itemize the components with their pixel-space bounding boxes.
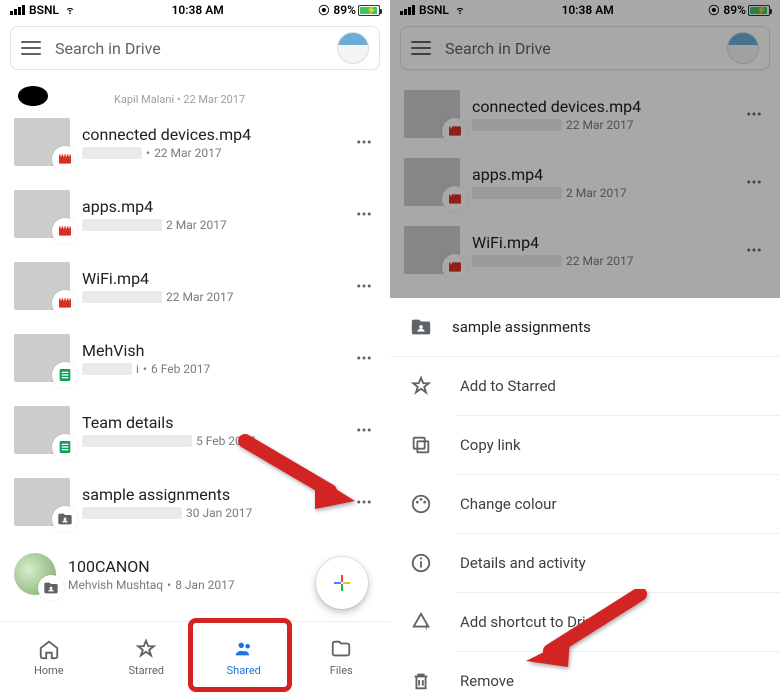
people-icon — [233, 638, 255, 660]
search-bar[interactable]: Search in Drive — [400, 26, 770, 70]
action-remove[interactable]: Remove — [390, 652, 780, 693]
file-owner: Mehvish Mushtaq — [68, 578, 163, 592]
file-thumbnail — [14, 478, 70, 526]
status-bar: BSNL 10:38 AM ⦿89%⚡ — [390, 0, 780, 20]
file-thumbnail — [14, 118, 70, 166]
time-label: 10:38 AM — [172, 3, 224, 17]
nav-home-label: Home — [34, 664, 64, 677]
file-row[interactable]: sample assignments 30 Jan 2017 — [0, 466, 390, 538]
file-row[interactable]: apps.mp42 Mar 2017 — [390, 148, 780, 216]
trash-icon — [410, 670, 432, 692]
video-icon — [52, 146, 78, 172]
file-name: sample assignments — [82, 485, 340, 504]
shortcut-icon: + — [410, 611, 432, 633]
nav-files-label: Files — [330, 664, 353, 677]
more-options-button[interactable] — [742, 102, 766, 126]
wifi-icon — [63, 5, 77, 15]
file-date: 2 Mar 2017 — [166, 218, 227, 232]
file-thumbnail — [404, 90, 460, 138]
plus-icon — [330, 571, 354, 595]
file-thumbnail — [14, 406, 70, 454]
bottom-nav: Home Starred Shared Files — [0, 621, 390, 693]
more-options-button[interactable] — [352, 418, 376, 442]
partial-file-row: Kapil Malani • 22 Mar 2017 — [0, 80, 390, 106]
file-row[interactable]: Team details 5 Feb 2017 — [0, 394, 390, 466]
file-thumbnail — [14, 334, 70, 382]
more-options-button[interactable] — [352, 202, 376, 226]
file-row[interactable]: WiFi.mp4 22 Mar 2017 — [0, 250, 390, 322]
folder-icon — [330, 638, 352, 660]
action-add-to-starred[interactable]: Add to Starred — [390, 357, 780, 415]
sheets-icon — [52, 362, 78, 388]
more-options-button[interactable] — [352, 274, 376, 298]
file-name: Team details — [82, 413, 340, 432]
action-change-colour[interactable]: Change colour — [390, 475, 780, 533]
file-name: WiFi.mp4 — [82, 269, 340, 288]
sheet-header: sample assignments — [390, 298, 780, 357]
menu-icon[interactable] — [21, 41, 41, 55]
nav-files[interactable]: Files — [293, 622, 391, 693]
battery-icon: ⚡ — [358, 5, 380, 16]
search-bar[interactable]: Search in Drive — [10, 26, 380, 70]
nav-home[interactable]: Home — [0, 622, 98, 693]
signal-icon — [10, 5, 25, 15]
more-options-button[interactable] — [352, 130, 376, 154]
status-bar: BSNL 10:38 AM ⦿ 89% ⚡ — [0, 0, 390, 20]
search-placeholder: Search in Drive — [55, 39, 323, 58]
star-icon — [410, 375, 432, 397]
file-name: MehVish — [82, 341, 340, 360]
nav-shared-label: Shared — [227, 664, 261, 677]
video-icon — [52, 218, 78, 244]
shared-folder-icon — [410, 316, 432, 338]
file-name: connected devices.mp4 — [82, 125, 340, 144]
file-thumbnail — [14, 553, 56, 595]
file-row[interactable]: connected devices.mp4 22 Mar 2017 — [390, 80, 780, 148]
copy-icon — [410, 434, 432, 456]
palette-icon — [410, 493, 432, 515]
file-row[interactable]: MehVish i•6 Feb 2017 — [0, 322, 390, 394]
shared-folder-icon — [38, 575, 64, 601]
carrier-label: BSNL — [29, 3, 59, 17]
nav-shared[interactable]: Shared — [195, 622, 293, 693]
left-screen: BSNL 10:38 AM ⦿ 89% ⚡ Search in Drive Ka… — [0, 0, 390, 693]
file-thumbnail — [14, 262, 70, 310]
file-row[interactable]: WiFi.mp422 Mar 2017 — [390, 216, 780, 284]
file-date: 6 Feb 2017 — [151, 362, 210, 376]
right-screen: BSNL 10:38 AM ⦿89%⚡ Search in Drive conn… — [390, 0, 780, 693]
file-date: 5 Feb 2017 — [196, 434, 255, 448]
nav-starred[interactable]: Starred — [98, 622, 196, 693]
video-icon — [52, 290, 78, 316]
nav-starred-label: Starred — [128, 664, 164, 677]
file-row[interactable]: connected devices.mp4 •22 Mar 2017 — [0, 106, 390, 178]
file-date: 8 Jan 2017 — [175, 578, 234, 592]
more-options-button[interactable] — [352, 346, 376, 370]
file-date: 22 Mar 2017 — [154, 146, 222, 160]
file-owner: i — [136, 362, 139, 376]
action-details[interactable]: Details and activity — [390, 534, 780, 592]
sheets-icon — [52, 434, 78, 460]
svg-text:+: + — [424, 623, 429, 633]
file-date: 30 Jan 2017 — [186, 506, 252, 520]
file-thumbnail — [14, 190, 70, 238]
menu-icon[interactable] — [411, 41, 431, 55]
action-add-shortcut[interactable]: + Add shortcut to Drive — [390, 593, 780, 651]
battery-label: 89% — [333, 3, 356, 17]
file-row[interactable]: apps.mp4 2 Mar 2017 — [0, 178, 390, 250]
home-icon — [38, 638, 60, 660]
file-name: apps.mp4 — [82, 197, 340, 216]
star-icon — [135, 638, 157, 660]
bottom-sheet: sample assignments Add to Starred Copy l… — [390, 298, 780, 693]
file-date: 22 Mar 2017 — [166, 290, 234, 304]
profile-avatar[interactable] — [727, 32, 759, 64]
info-icon — [410, 552, 432, 574]
action-copy-link[interactable]: Copy link — [390, 416, 780, 474]
add-button[interactable] — [316, 557, 368, 609]
shared-folder-icon — [52, 506, 78, 532]
more-options-button[interactable] — [352, 490, 376, 514]
profile-avatar[interactable] — [337, 32, 369, 64]
file-subtitle: Kapil Malani • 22 Mar 2017 — [114, 93, 245, 106]
sheet-title: sample assignments — [452, 318, 591, 336]
